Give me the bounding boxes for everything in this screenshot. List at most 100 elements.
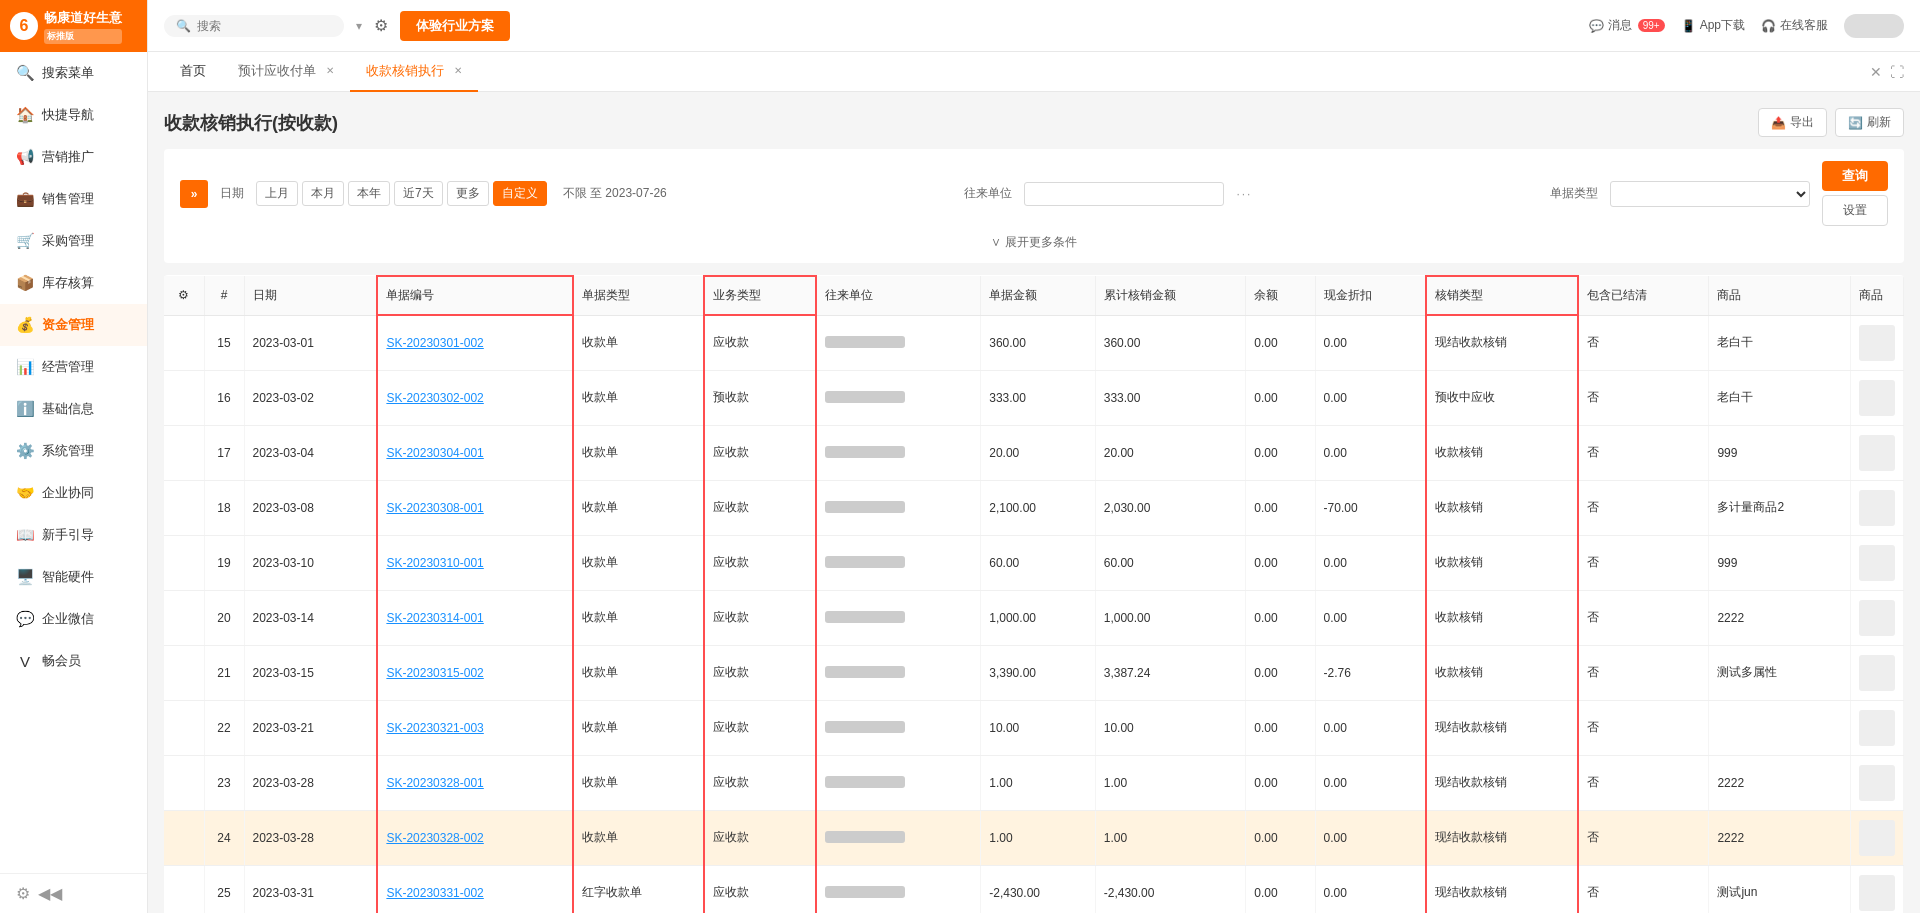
sidebar-item-5[interactable]: 📦库存核算 — [0, 262, 147, 304]
table-row[interactable]: 23 2023-03-28 SK-20230328-001 收款单 应收款 1.… — [164, 755, 1904, 810]
more-dates-btn[interactable]: 更多 — [447, 181, 489, 206]
table-row[interactable]: 22 2023-03-21 SK-20230321-003 收款单 应收款 10… — [164, 700, 1904, 755]
tab-close-all-icon[interactable]: ✕ — [1870, 64, 1882, 80]
cell-cumulative: 1.00 — [1095, 810, 1245, 865]
cell-company — [816, 645, 981, 700]
tab-home[interactable]: 首页 — [164, 52, 222, 92]
data-table-container: ⚙ # 日期 单据编号 单据类型 业务类型 往来单位 单据金额 累计核销金额 余… — [164, 275, 1904, 913]
sidebar-item-10[interactable]: 🤝企业协同 — [0, 472, 147, 514]
bill-no-link[interactable]: SK-20230328-002 — [386, 831, 483, 845]
bill-no-link[interactable]: SK-20230315-002 — [386, 666, 483, 680]
dropdown-arrow-icon[interactable]: ▾ — [356, 19, 362, 33]
bill-no-link[interactable]: SK-20230310-001 — [386, 556, 483, 570]
settings-icon[interactable]: ⚙ — [16, 884, 30, 903]
col-goods2[interactable]: 商品 — [1851, 276, 1904, 315]
sidebar-item-2[interactable]: 📢营销推广 — [0, 136, 147, 178]
tab-prepayment[interactable]: 预计应收付单 ✕ — [222, 52, 350, 92]
industry-solution-button[interactable]: 体验行业方案 — [400, 11, 510, 41]
table-row[interactable]: 17 2023-03-04 SK-20230304-001 收款单 应收款 20… — [164, 425, 1904, 480]
export-button[interactable]: 📤 导出 — [1758, 108, 1827, 137]
col-cumulative-amount[interactable]: 累计核销金额 — [1095, 276, 1245, 315]
table-row[interactable]: 18 2023-03-08 SK-20230308-001 收款单 应收款 2,… — [164, 480, 1904, 535]
settings-button[interactable]: 设置 — [1822, 195, 1888, 226]
table-row[interactable]: 20 2023-03-14 SK-20230314-001 收款单 应收款 1,… — [164, 590, 1904, 645]
custom-date-btn[interactable]: 自定义 — [493, 181, 547, 206]
col-company[interactable]: 往来单位 — [816, 276, 981, 315]
col-bill-amount[interactable]: 单据金额 — [981, 276, 1095, 315]
user-avatar[interactable] — [1844, 14, 1904, 38]
cell-balance: 0.00 — [1246, 425, 1315, 480]
this-year-btn[interactable]: 本年 — [348, 181, 390, 206]
cell-goods2 — [1851, 645, 1904, 700]
verification-tab-close-icon[interactable]: ✕ — [454, 65, 462, 76]
sidebar-item-1[interactable]: 🏠快捷导航 — [0, 94, 147, 136]
table-row[interactable]: 15 2023-03-01 SK-20230301-002 收款单 应收款 36… — [164, 315, 1904, 370]
col-goods1[interactable]: 商品 — [1709, 276, 1851, 315]
page-title: 收款核销执行(按收款) — [164, 111, 338, 135]
bill-no-link[interactable]: SK-20230314-001 — [386, 611, 483, 625]
sidebar-item-12[interactable]: 🖥️智能硬件 — [0, 556, 147, 598]
query-button[interactable]: 查询 — [1822, 161, 1888, 191]
expand-more-conditions-btn[interactable]: ∨ 展开更多条件 — [991, 235, 1076, 249]
bill-no-link[interactable]: SK-20230331-002 — [386, 886, 483, 900]
tab-maximize-icon[interactable]: ⛶ — [1890, 64, 1904, 80]
col-bill-no[interactable]: 单据编号 — [377, 276, 572, 315]
filter-toggle-btn[interactable]: » — [180, 180, 208, 208]
last-7days-btn[interactable]: 近7天 — [394, 181, 443, 206]
date-range-display: 不限 至 2023-07-26 — [563, 185, 667, 202]
sidebar-item-6[interactable]: 💰资金管理 — [0, 304, 147, 346]
last-month-btn[interactable]: 上月 — [256, 181, 298, 206]
table-row[interactable]: 16 2023-03-02 SK-20230302-002 收款单 预收款 33… — [164, 370, 1904, 425]
bill-no-link[interactable]: SK-20230304-001 — [386, 446, 483, 460]
sidebar-item-8[interactable]: ℹ️基础信息 — [0, 388, 147, 430]
sidebar-item-7[interactable]: 📊经营管理 — [0, 346, 147, 388]
sidebar-item-14[interactable]: V畅会员 — [0, 640, 147, 682]
bill-no-link[interactable]: SK-20230328-001 — [386, 776, 483, 790]
bill-no-link[interactable]: SK-20230308-001 — [386, 501, 483, 515]
col-gear[interactable]: ⚙ — [164, 276, 204, 315]
col-biz-type[interactable]: 业务类型 — [704, 276, 816, 315]
cell-cumulative: 1.00 — [1095, 755, 1245, 810]
refresh-button[interactable]: 🔄 刷新 — [1835, 108, 1904, 137]
bill-no-link[interactable]: SK-20230302-002 — [386, 391, 483, 405]
table-row[interactable]: 25 2023-03-31 SK-20230331-002 红字收款单 应收款 … — [164, 865, 1904, 913]
table-row[interactable]: 24 2023-03-28 SK-20230328-002 收款单 应收款 1.… — [164, 810, 1904, 865]
col-cash-discount[interactable]: 现金折扣 — [1315, 276, 1426, 315]
collapse-icon[interactable]: ◀◀ — [38, 884, 62, 903]
cell-bill-no: SK-20230310-001 — [377, 535, 572, 590]
sidebar-item-13[interactable]: 💬企业微信 — [0, 598, 147, 640]
col-include-settled[interactable]: 包含已结清 — [1578, 276, 1709, 315]
search-bar[interactable]: 🔍 — [164, 15, 344, 37]
bill-no-link[interactable]: SK-20230301-002 — [386, 336, 483, 350]
messages-action[interactable]: 💬 消息 99+ — [1589, 17, 1665, 34]
gear-topbar-icon[interactable]: ⚙ — [374, 16, 388, 35]
search-input[interactable] — [197, 19, 332, 33]
sidebar-item-3[interactable]: 💼销售管理 — [0, 178, 147, 220]
sidebar-item-11[interactable]: 📖新手引导 — [0, 514, 147, 556]
this-month-btn[interactable]: 本月 — [302, 181, 344, 206]
prepayment-tab-close-icon[interactable]: ✕ — [326, 65, 334, 76]
company-filter-label: 往来单位 — [964, 185, 1012, 202]
online-service-action[interactable]: 🎧 在线客服 — [1761, 17, 1828, 34]
table-row[interactable]: 21 2023-03-15 SK-20230315-002 收款单 应收款 3,… — [164, 645, 1904, 700]
company-filter-input[interactable] — [1024, 182, 1224, 206]
cell-cash-discount: 0.00 — [1315, 370, 1426, 425]
tab-verification[interactable]: 收款核销执行 ✕ — [350, 52, 478, 92]
col-balance[interactable]: 余额 — [1246, 276, 1315, 315]
table-row[interactable]: 19 2023-03-10 SK-20230310-001 收款单 应收款 60… — [164, 535, 1904, 590]
sidebar-item-4[interactable]: 🛒采购管理 — [0, 220, 147, 262]
app-download-action[interactable]: 📱 App下载 — [1681, 17, 1745, 34]
cell-biz-type: 应收款 — [704, 755, 816, 810]
cell-cumulative: 333.00 — [1095, 370, 1245, 425]
col-verify-type[interactable]: 核销类型 — [1426, 276, 1578, 315]
filter-ellipsis[interactable]: ··· — [1236, 187, 1252, 201]
col-date[interactable]: 日期 — [244, 276, 377, 315]
cell-company — [816, 810, 981, 865]
sidebar-item-9[interactable]: ⚙️系统管理 — [0, 430, 147, 472]
sidebar-item-0[interactable]: 🔍搜索菜单 — [0, 52, 147, 94]
headset-icon: 🎧 — [1761, 19, 1776, 33]
receipt-type-select[interactable] — [1610, 181, 1810, 207]
cell-biz-type: 应收款 — [704, 700, 816, 755]
col-bill-type[interactable]: 单据类型 — [573, 276, 705, 315]
bill-no-link[interactable]: SK-20230321-003 — [386, 721, 483, 735]
